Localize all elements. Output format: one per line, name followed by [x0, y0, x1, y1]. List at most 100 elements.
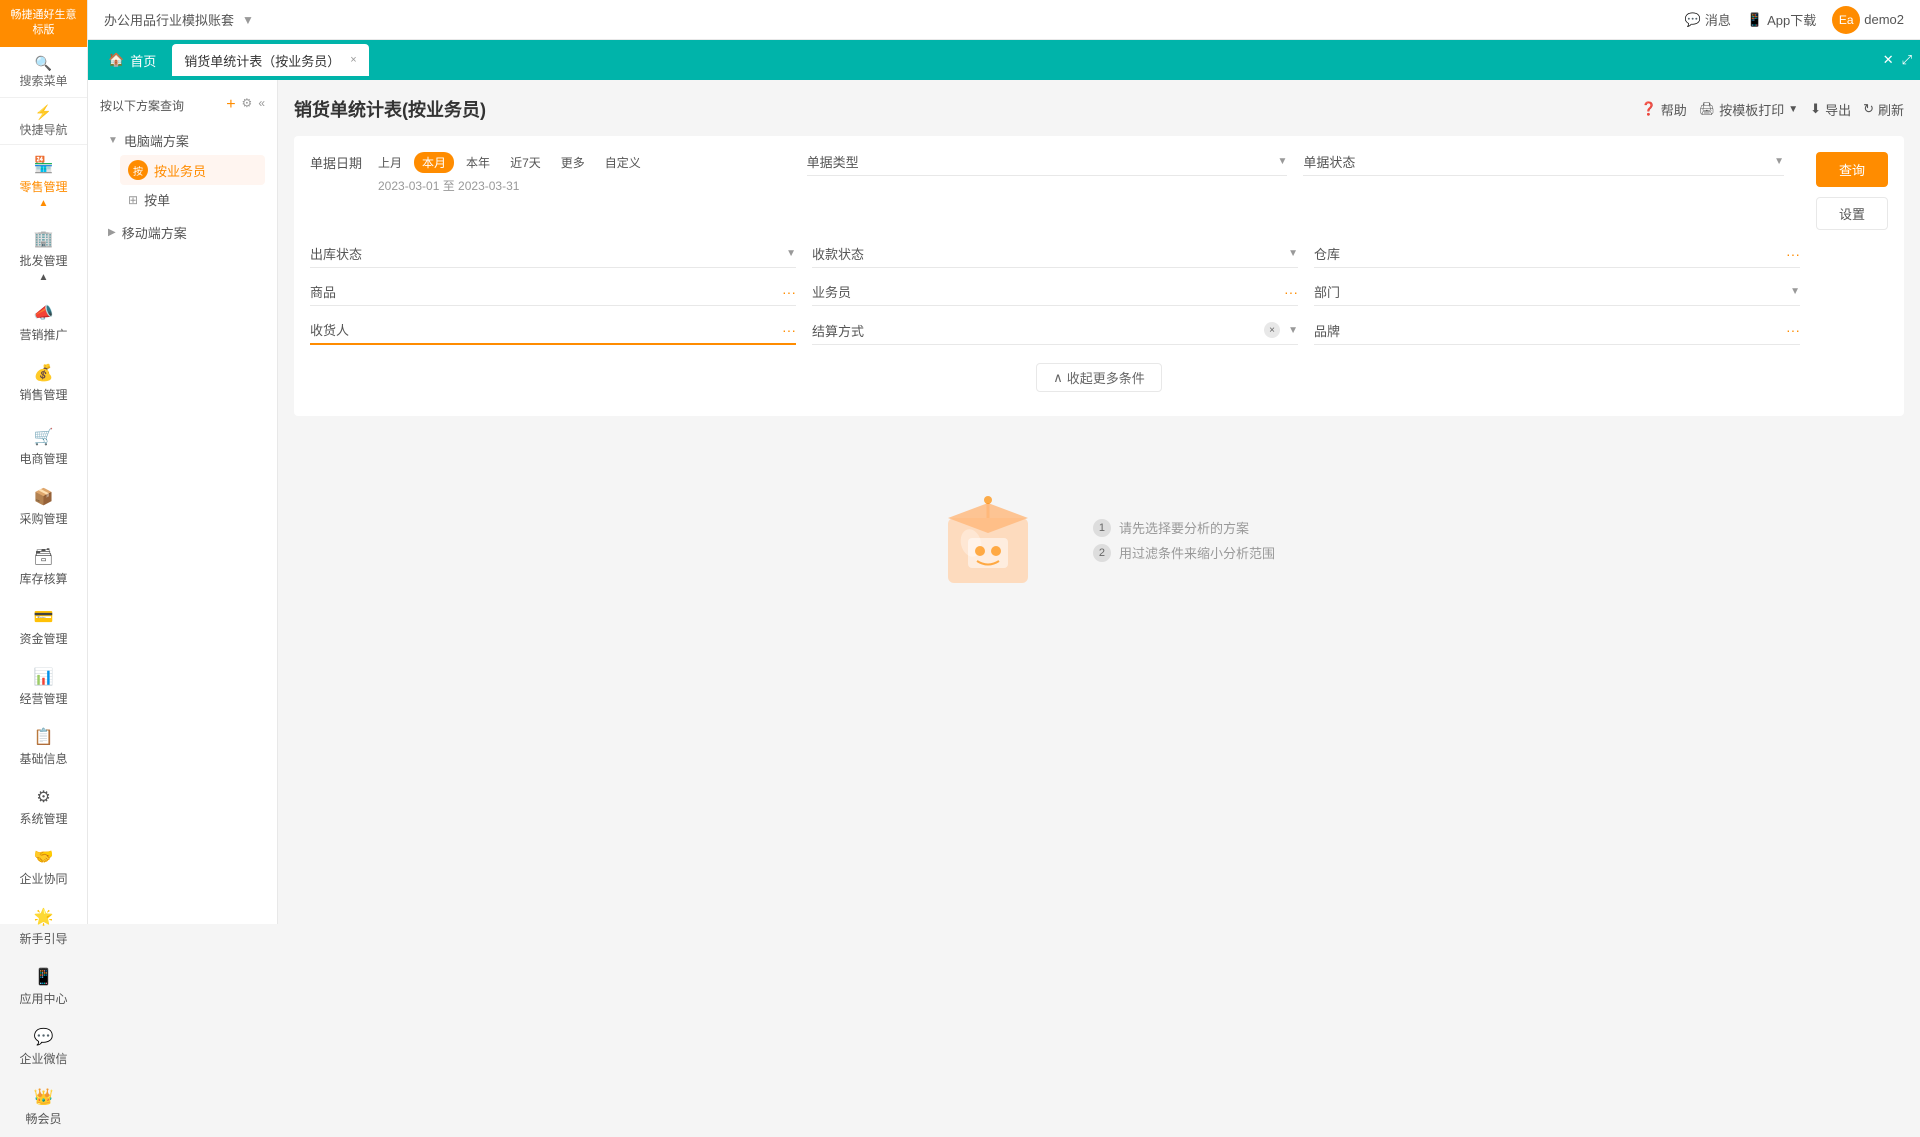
- date-range-display: 2023-03-01 至 2023-03-31: [378, 179, 519, 193]
- retail-icon: 🏪: [34, 155, 54, 175]
- sidebar-item-newbie[interactable]: 🌟 新手引导: [0, 897, 87, 957]
- salesman-dots[interactable]: ···: [1284, 284, 1298, 300]
- system-icon: ⚙: [36, 787, 50, 807]
- page-title: 销货单统计表(按业务员): [294, 96, 486, 122]
- sidebar-item-marketing[interactable]: 📣 营销推广: [0, 293, 87, 353]
- query-button[interactable]: 查询: [1816, 152, 1888, 187]
- sidebar-item-wholesale[interactable]: 🏢 批发管理 ▲: [0, 219, 87, 293]
- sidebar-item-member[interactable]: 👑 畅会员: [0, 1077, 87, 1137]
- sales-icon: 💰: [34, 363, 54, 383]
- receiver-input[interactable]: [357, 322, 770, 337]
- salesman-field: 业务员 ···: [812, 282, 1298, 306]
- payment-field: 结算方式 × ▼: [812, 321, 1298, 345]
- receive-status-arrow[interactable]: ▼: [1288, 248, 1298, 259]
- date-tabs: 上月 本月 本年 近7天 更多 自定义: [370, 152, 649, 173]
- tab-close-btn[interactable]: ×: [350, 54, 356, 66]
- tab-maximize-btn[interactable]: ⤢: [1902, 52, 1912, 68]
- sidebar-item-sales[interactable]: 💰 销售管理: [0, 353, 87, 413]
- sidebar-item-retail[interactable]: 🏪 零售管理 ▲: [0, 145, 87, 219]
- setting-button[interactable]: 设置: [1816, 197, 1888, 230]
- sidebar-item-ecommerce[interactable]: 🛒 电商管理: [0, 417, 87, 477]
- dept-label: 部门: [1314, 282, 1340, 301]
- active-scheme-icon: 按: [128, 160, 148, 180]
- tree-item-desktop[interactable]: ▼ 电脑端方案: [100, 126, 265, 155]
- empty-hint-2: 2 用过滤条件来缩小分析范围: [1093, 543, 1275, 562]
- warehouse-label: 仓库: [1314, 244, 1340, 263]
- sidebar-item-appcenter[interactable]: 📱 应用中心: [0, 957, 87, 1017]
- date-tab-this-month[interactable]: 本月: [414, 152, 454, 173]
- date-tab-7days[interactable]: 近7天: [502, 152, 549, 173]
- salesman-label: 业务员: [812, 282, 851, 301]
- tab-sales-stats[interactable]: 销货单统计表（按业务员） ×: [172, 44, 368, 76]
- avatar: Ea: [1832, 6, 1860, 34]
- app-download-btn[interactable]: 📱 App下载: [1747, 10, 1816, 29]
- date-label: 单据日期: [310, 153, 362, 172]
- sidebar-quicknav[interactable]: ⚡ 快捷导航: [0, 98, 87, 145]
- export-btn[interactable]: ⬇ 导出: [1810, 100, 1851, 119]
- dept-field: 部门 ▼: [1314, 282, 1800, 306]
- goods-field: 商品 ···: [310, 282, 796, 306]
- out-status-arrow[interactable]: ▼: [786, 248, 796, 259]
- filter-row-4: 收货人 ··· 结算方式 × ▼ 品牌 ·: [310, 320, 1888, 345]
- sidebar-item-enterprise[interactable]: 🤝 企业协同: [0, 837, 87, 897]
- empty-hint-1: 1 请先选择要分析的方案: [1093, 518, 1275, 537]
- collapse-panel-btn[interactable]: «: [258, 96, 265, 114]
- sidebar: 畅捷通好生意 标版 🔍 搜索菜单 ⚡ 快捷导航 🏪 零售管理 ▲ 🏢 批发管理 …: [0, 0, 88, 924]
- doc-status-arrow[interactable]: ▼: [1774, 156, 1784, 167]
- sidebar-item-operations[interactable]: 📊 经营管理: [0, 657, 87, 717]
- refresh-btn[interactable]: ↻ 刷新: [1863, 100, 1904, 119]
- member-icon: 👑: [34, 1087, 54, 1107]
- settings-scheme-btn[interactable]: ⚙: [242, 96, 253, 114]
- sidebar-item-inventory[interactable]: 🗃 库存核算: [0, 537, 87, 597]
- tree-arrow-desktop: ▼: [108, 135, 118, 146]
- tabbar: 🏠 首页 销货单统计表（按业务员） × ✕ ⤢: [88, 40, 1920, 80]
- tree-item-by-order[interactable]: ⊞ 按单: [120, 185, 265, 214]
- sidebar-item-basic[interactable]: 📋 基础信息: [0, 717, 87, 777]
- receiver-dots[interactable]: ···: [782, 322, 796, 338]
- topbar-dropdown-arrow[interactable]: ▼: [242, 13, 254, 27]
- topbar-right: 💬 消息 📱 App下载 Ea demo2: [1685, 6, 1904, 34]
- dept-arrow[interactable]: ▼: [1790, 286, 1800, 297]
- help-btn[interactable]: ❓ 帮助: [1641, 100, 1687, 119]
- empty-illustration: [923, 488, 1053, 598]
- message-btn[interactable]: 💬 消息: [1685, 10, 1731, 29]
- order-scheme-icon: ⊞: [128, 193, 138, 207]
- collapse-btn[interactable]: ∧ 收起更多条件: [1036, 363, 1162, 392]
- sidebar-item-finance[interactable]: 💳 资金管理: [0, 597, 87, 657]
- date-tab-more[interactable]: 更多: [553, 152, 593, 173]
- tree-item-mobile[interactable]: ▶ 移动端方案: [100, 218, 265, 247]
- message-icon: 💬: [1685, 12, 1701, 28]
- warehouse-dots[interactable]: ···: [1786, 246, 1800, 262]
- date-tab-last-month[interactable]: 上月: [370, 152, 410, 173]
- print-icon: 🖨: [1699, 101, 1716, 117]
- doc-type-filter-field: 单据类型 ▼: [807, 152, 1288, 176]
- goods-dots[interactable]: ···: [782, 284, 796, 300]
- empty-state: 1 请先选择要分析的方案 2 用过滤条件来缩小分析范围: [294, 428, 1904, 658]
- logo-text: 畅捷通好生意 标版: [8, 8, 79, 39]
- sidebar-search[interactable]: 🔍 搜索菜单: [0, 47, 87, 98]
- doc-type-arrow[interactable]: ▼: [1277, 156, 1287, 167]
- date-tab-this-year[interactable]: 本年: [458, 152, 498, 173]
- payment-arrow[interactable]: ▼: [1288, 325, 1298, 336]
- date-tab-custom[interactable]: 自定义: [597, 152, 649, 173]
- add-scheme-btn[interactable]: +: [226, 96, 235, 114]
- out-status-field: 出库状态 ▼: [310, 244, 796, 268]
- tree-item-by-salesman[interactable]: 按 按业务员: [120, 155, 265, 185]
- desktop-schemes-section: ▼ 电脑端方案 按 按业务员 ⊞ 按单 ▶ 移动端方案: [88, 122, 277, 251]
- tab-close-window-btn[interactable]: ✕: [1883, 52, 1894, 68]
- app-download-icon: 📱: [1747, 12, 1763, 28]
- print-dropdown-arrow[interactable]: ▼: [1788, 104, 1798, 115]
- brand-dots[interactable]: ···: [1786, 322, 1800, 338]
- sidebar-item-system[interactable]: ⚙ 系统管理: [0, 777, 87, 837]
- print-btn[interactable]: 🖨 按模板打印 ▼: [1699, 100, 1798, 119]
- payment-clear-btn[interactable]: ×: [1264, 322, 1280, 338]
- sidebar-item-purchase[interactable]: 📦 采购管理: [0, 477, 87, 537]
- content-area: 按以下方案查询 + ⚙ « ▼ 电脑端方案 按 按业务员: [88, 80, 1920, 924]
- wechat-icon: 💬: [34, 1027, 54, 1047]
- page-title-bar: 销货单统计表(按业务员) ❓ 帮助 🖨 按模板打印 ▼ ⬇ 导出: [294, 96, 1904, 122]
- user-avatar-btn[interactable]: Ea demo2: [1832, 6, 1904, 34]
- sidebar-item-wechat[interactable]: 💬 企业微信: [0, 1017, 87, 1077]
- out-status-label: 出库状态: [310, 244, 362, 263]
- tab-home[interactable]: 🏠 首页: [96, 44, 168, 76]
- sidebar-logo[interactable]: 畅捷通好生意 标版: [0, 0, 87, 47]
